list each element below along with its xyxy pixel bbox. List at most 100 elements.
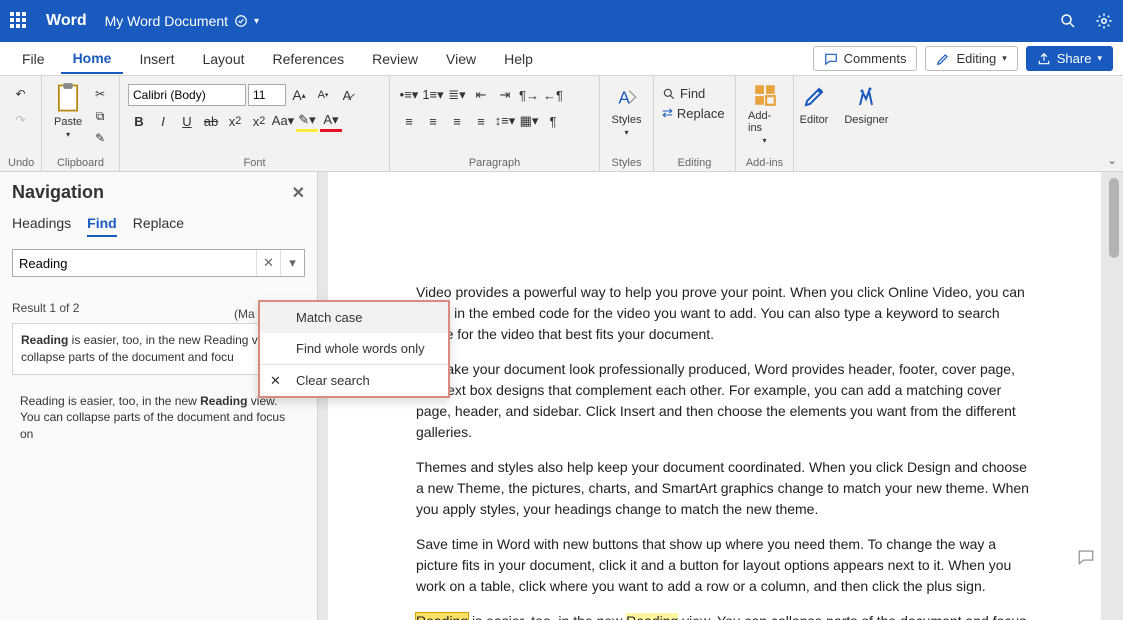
multilevel-icon[interactable]: ≣▾ — [446, 84, 468, 106]
designer-button[interactable]: Designer — [840, 80, 892, 128]
nav-tab-replace[interactable]: Replace — [133, 215, 184, 237]
share-icon — [1037, 52, 1051, 66]
format-painter-icon[interactable]: ✎ — [90, 128, 110, 148]
paragraph: To make your document look professionall… — [416, 359, 1029, 443]
replace-label: Replace — [677, 106, 725, 121]
paragraph: Reading is easier, too, in the new Readi… — [416, 611, 1029, 620]
menu-help[interactable]: Help — [492, 45, 545, 73]
numbering-icon[interactable]: 1≡▾ — [422, 84, 444, 106]
chevron-down-icon[interactable]: ▾ — [254, 16, 259, 27]
share-button[interactable]: Share ▾ — [1026, 46, 1113, 71]
menu-label: Clear search — [296, 373, 370, 388]
scrollbar[interactable] — [1109, 178, 1119, 258]
paste-button[interactable]: Paste ▾ — [50, 80, 86, 141]
close-icon[interactable]: ✕ — [292, 183, 305, 203]
collapse-ribbon-icon[interactable]: ⌄ — [7, 153, 1117, 167]
titlebar: Word My Word Document ▾ — [0, 0, 1123, 42]
content-area: Navigation ✕ Headings Find Replace ✕ ▾ (… — [0, 172, 1123, 620]
strikethrough-icon[interactable]: ab — [200, 110, 222, 132]
font-size-select[interactable] — [248, 84, 286, 106]
chevron-down-icon: ▾ — [624, 128, 628, 137]
font-name-select[interactable] — [128, 84, 246, 106]
result-text: Reading is easier, too, in the new — [20, 394, 200, 408]
document-title[interactable]: My Word Document ▾ — [105, 13, 259, 29]
menu-match-case[interactable]: Match case — [260, 302, 448, 333]
borders-icon[interactable]: ▦▾ — [518, 110, 540, 132]
nav-tabs: Headings Find Replace — [12, 215, 305, 237]
nav-tab-find[interactable]: Find — [87, 215, 117, 237]
settings-icon[interactable] — [1095, 12, 1113, 30]
grow-font-icon[interactable]: A▴ — [288, 84, 310, 106]
clear-search-icon[interactable]: ✕ — [256, 250, 280, 276]
show-marks-icon[interactable]: ¶ — [542, 110, 564, 132]
chevron-down-icon: ▾ — [1002, 53, 1007, 64]
align-center-icon[interactable]: ≡ — [422, 110, 444, 132]
share-label: Share — [1057, 51, 1092, 66]
copy-icon[interactable]: ⧉ — [90, 106, 110, 126]
comment-anchor-icon[interactable] — [1077, 548, 1095, 566]
document-title-text: My Word Document — [105, 13, 228, 29]
search-icon[interactable] — [1059, 12, 1077, 30]
editor-label: Editor — [800, 114, 829, 126]
find-button[interactable]: Find — [662, 86, 705, 101]
app-name: Word — [46, 12, 87, 30]
chevron-down-icon: ▾ — [66, 130, 70, 139]
comments-button[interactable]: Comments — [813, 46, 918, 71]
editing-mode-button[interactable]: Editing ▾ — [925, 46, 1017, 71]
clear-format-icon[interactable]: A̷ — [336, 84, 358, 106]
menu-label: Match case — [296, 310, 362, 325]
menu-whole-words[interactable]: Find whole words only — [260, 333, 448, 364]
menu-file[interactable]: File — [10, 45, 57, 73]
shrink-font-icon[interactable]: A▾ — [312, 84, 334, 106]
menu-insert[interactable]: Insert — [127, 45, 186, 73]
addins-icon — [752, 82, 778, 108]
app-launcher-icon[interactable] — [10, 12, 28, 30]
align-right-icon[interactable]: ≡ — [446, 110, 468, 132]
paragraph: Save time in Word with new buttons that … — [416, 534, 1029, 597]
match-prefix-text: (Ma — [234, 307, 255, 321]
paragraph: Themes and styles also help keep your do… — [416, 457, 1029, 520]
line-spacing-icon[interactable]: ↕≡▾ — [494, 110, 516, 132]
pencil-icon — [936, 52, 950, 66]
decrease-indent-icon[interactable]: ⇤ — [470, 84, 492, 106]
undo-icon[interactable]: ↶ — [11, 84, 31, 104]
menu-layout[interactable]: Layout — [190, 45, 256, 73]
search-options-icon[interactable]: ▾ — [280, 250, 304, 276]
chevron-down-icon: ▾ — [762, 136, 766, 145]
highlight-icon[interactable]: ✎▾ — [296, 110, 318, 132]
cut-icon[interactable]: ✂ — [90, 84, 110, 104]
bullets-icon[interactable]: •≡▾ — [398, 84, 420, 106]
bold-icon[interactable]: B — [128, 110, 150, 132]
result-highlight: Reading — [200, 394, 247, 408]
change-case-icon[interactable]: Aa▾ — [272, 110, 294, 132]
superscript-icon[interactable]: x2 — [248, 110, 270, 132]
designer-label: Designer — [844, 114, 888, 126]
styles-button[interactable]: A Styles ▾ — [608, 80, 646, 139]
designer-icon — [854, 82, 878, 112]
replace-icon: ⇄ — [662, 105, 673, 121]
search-input[interactable] — [13, 256, 256, 271]
text: is easier, too, in the new — [468, 613, 626, 620]
menu-clear-search[interactable]: ✕ Clear search — [260, 365, 448, 396]
subscript-icon[interactable]: x2 — [224, 110, 246, 132]
ltr-icon[interactable]: ¶→ — [518, 84, 540, 106]
justify-icon[interactable]: ≡ — [470, 110, 492, 132]
addins-button[interactable]: Add-ins ▾ — [744, 80, 785, 147]
increase-indent-icon[interactable]: ⇥ — [494, 84, 516, 106]
search-options-menu: Match case Find whole words only ✕ Clear… — [258, 300, 450, 398]
align-left-icon[interactable]: ≡ — [398, 110, 420, 132]
underline-icon[interactable]: U — [176, 110, 198, 132]
rtl-icon[interactable]: ←¶ — [542, 84, 564, 106]
comments-label: Comments — [844, 51, 907, 66]
menu-review[interactable]: Review — [360, 45, 430, 73]
redo-icon[interactable]: ↷ — [11, 110, 31, 130]
replace-button[interactable]: ⇄ Replace — [662, 105, 725, 121]
italic-icon[interactable]: I — [152, 110, 174, 132]
font-color-icon[interactable]: A▾ — [320, 110, 342, 132]
search-hit: Reading — [626, 613, 678, 620]
menu-references[interactable]: References — [261, 45, 357, 73]
editor-button[interactable]: Editor — [796, 80, 833, 128]
menu-home[interactable]: Home — [61, 44, 124, 74]
nav-tab-headings[interactable]: Headings — [12, 215, 71, 237]
menu-view[interactable]: View — [434, 45, 488, 73]
